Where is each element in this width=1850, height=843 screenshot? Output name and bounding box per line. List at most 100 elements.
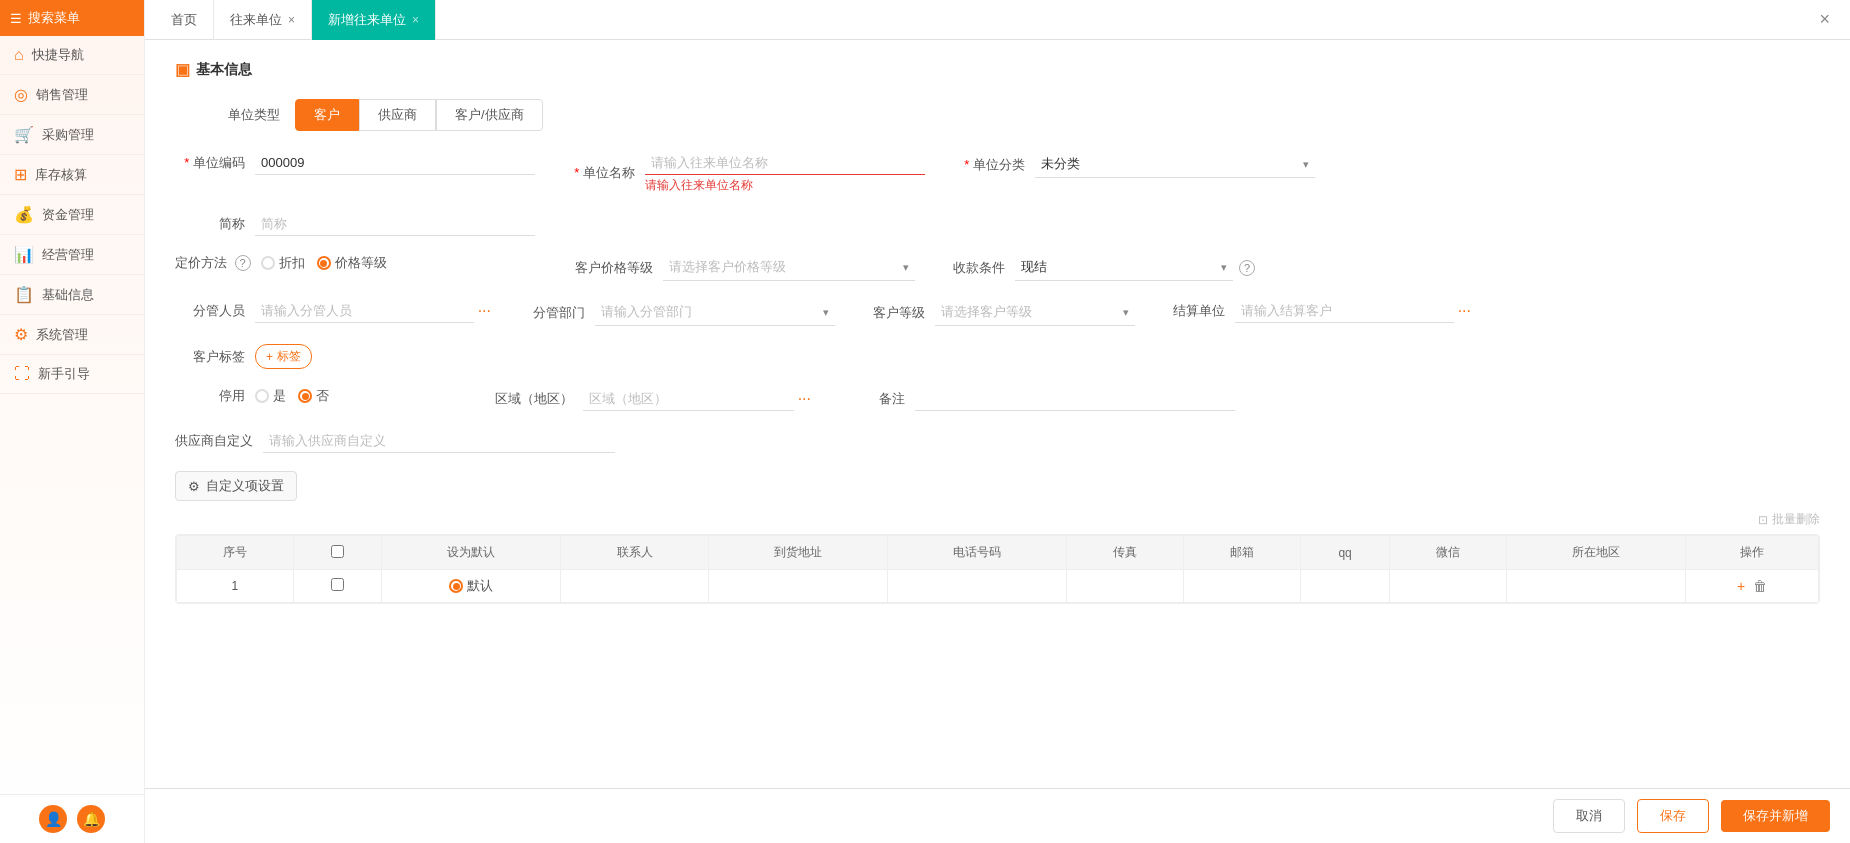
unit-type-both-btn[interactable]: 客户/供应商 — [436, 99, 543, 131]
supplier-custom-input[interactable] — [263, 429, 615, 453]
sidebar-search[interactable]: ☰ 搜索菜单 — [0, 0, 144, 36]
disable-yes-circle — [255, 389, 269, 403]
sidebar-item-system[interactable]: ⚙ 系统管理 — [0, 315, 144, 355]
tab-bar-close-all[interactable]: × — [1809, 9, 1840, 30]
payment-terms-help-icon[interactable]: ? — [1239, 260, 1255, 276]
custom-settings-btn[interactable]: ⚙ 自定义项设置 — [175, 471, 297, 501]
sales-icon: ◎ — [14, 85, 28, 104]
disable-no-radio[interactable]: 否 — [298, 387, 329, 405]
unit-name-label: 单位名称 — [565, 164, 645, 182]
sidebar-item-quick-nav[interactable]: ⌂ 快捷导航 — [0, 36, 144, 75]
manager-input[interactable] — [255, 299, 474, 323]
unit-type-customer-btn[interactable]: 客户 — [295, 99, 359, 131]
tab-home[interactable]: 首页 — [155, 0, 214, 40]
customer-price-level-arrow: ▾ — [903, 261, 909, 274]
main-content: 首页 往来单位 × 新增往来单位 × × ▣ 基本信息 单位类型 客户 供应商 … — [145, 0, 1850, 843]
row-action-btns: + 🗑 — [1696, 578, 1808, 594]
pricing-level-radio[interactable]: 价格等级 — [317, 254, 387, 272]
unit-name-field: 单位名称 请输入往来单位名称 — [565, 151, 925, 194]
sidebar-item-basic[interactable]: 📋 基础信息 — [0, 275, 144, 315]
sidebar-item-inventory[interactable]: ⊞ 库存核算 — [0, 155, 144, 195]
row-email — [1184, 570, 1301, 603]
footer-bar: 取消 保存 保存并新增 — [145, 788, 1850, 843]
row-wechat — [1390, 570, 1507, 603]
customer-level-arrow: ▾ — [1123, 306, 1129, 319]
customer-tag-field: 客户标签 + 标签 — [175, 344, 1820, 369]
col-email: 邮箱 — [1184, 536, 1301, 570]
tab-contacts-label: 往来单位 — [230, 11, 282, 29]
disable-yes-radio[interactable]: 是 — [255, 387, 286, 405]
unit-code-input[interactable] — [255, 151, 535, 175]
row-add-btn[interactable]: + — [1737, 578, 1745, 594]
customer-price-level-select[interactable]: 请选择客户价格等级 ▾ — [663, 254, 915, 281]
region-field: 区域（地区） ··· — [495, 387, 815, 411]
select-all-checkbox[interactable] — [331, 545, 344, 558]
form-row-1: 单位编码 单位名称 请输入往来单位名称 单位分类 未分类 ▾ — [175, 151, 1820, 194]
unit-category-select[interactable]: 未分类 ▾ — [1035, 151, 1315, 178]
row-default-radio[interactable]: 默认 — [392, 577, 550, 595]
batch-delete-btn[interactable]: ⊡ 批量删除 — [1758, 511, 1820, 528]
unit-name-wrap: 请输入往来单位名称 — [645, 151, 925, 194]
unit-name-input[interactable] — [645, 151, 925, 175]
department-placeholder: 请输入分管部门 — [601, 303, 692, 321]
custom-section: ⚙ 自定义项设置 ⊡ 批量删除 序号 设为默认 联系人 — [175, 471, 1820, 604]
sidebar-avatar[interactable]: 👤 — [39, 805, 67, 833]
customer-price-level-field: 客户价格等级 请选择客户价格等级 ▾ — [575, 254, 915, 281]
row-delete-btn[interactable]: 🗑 — [1753, 578, 1767, 594]
customer-tag-label: 客户标签 — [175, 348, 255, 366]
sidebar-item-sales[interactable]: ◎ 销售管理 — [0, 75, 144, 115]
col-region: 所在地区 — [1506, 536, 1685, 570]
sidebar-item-guide[interactable]: ⛶ 新手引导 — [0, 355, 144, 394]
col-phone: 电话号码 — [888, 536, 1067, 570]
batch-delete-icon: ⊡ — [1758, 513, 1768, 527]
settlement-unit-input[interactable] — [1235, 299, 1454, 323]
department-select[interactable]: 请输入分管部门 ▾ — [595, 299, 835, 326]
pricing-level-label: 价格等级 — [335, 254, 387, 272]
customer-price-level-label: 客户价格等级 — [575, 259, 663, 277]
supplier-custom-label: 供应商自定义 — [175, 432, 263, 450]
col-check — [293, 536, 381, 570]
short-name-label: 简称 — [175, 215, 255, 233]
department-arrow: ▾ — [823, 306, 829, 319]
form-row-5: 客户标签 + 标签 — [175, 344, 1820, 369]
col-contact: 联系人 — [561, 536, 709, 570]
sidebar-bottom: 👤 🔔 — [0, 794, 144, 843]
remark-label: 备注 — [835, 390, 915, 408]
row-checkbox[interactable] — [331, 578, 344, 591]
sidebar-item-label: 新手引导 — [38, 365, 90, 383]
sidebar-item-finance[interactable]: 💰 资金管理 — [0, 195, 144, 235]
tab-contacts[interactable]: 往来单位 × — [214, 0, 312, 40]
form-row-6: 停用 是 否 区域（地区） ··· 备注 — [175, 387, 1820, 411]
tab-contacts-close[interactable]: × — [288, 13, 295, 27]
region-input[interactable] — [583, 387, 794, 411]
tab-new-contact[interactable]: 新增往来单位 × — [312, 0, 436, 40]
manager-dots-btn[interactable]: ··· — [474, 302, 495, 320]
region-dots-btn[interactable]: ··· — [794, 390, 815, 408]
sidebar-item-purchase[interactable]: 🛒 采购管理 — [0, 115, 144, 155]
form-area: ▣ 基本信息 单位类型 客户 供应商 客户/供应商 单位编码 单位名称 请输入往… — [145, 40, 1850, 788]
form-row-2: 简称 — [175, 212, 1820, 236]
sidebar-item-operations[interactable]: 📊 经营管理 — [0, 235, 144, 275]
sidebar-search-label: 搜索菜单 — [28, 9, 80, 27]
sidebar-item-label: 经营管理 — [42, 246, 94, 264]
sidebar-notification[interactable]: 🔔 — [77, 805, 105, 833]
save-new-button[interactable]: 保存并新增 — [1721, 800, 1830, 832]
customer-level-select[interactable]: 请选择客户等级 ▾ — [935, 299, 1135, 326]
remark-input[interactable] — [915, 387, 1235, 411]
short-name-input[interactable] — [255, 212, 535, 236]
purchase-icon: 🛒 — [14, 125, 34, 144]
save-button[interactable]: 保存 — [1637, 799, 1709, 833]
sidebar: ☰ 搜索菜单 ⌂ 快捷导航 ◎ 销售管理 🛒 采购管理 ⊞ 库存核算 💰 资金管… — [0, 0, 145, 843]
payment-terms-select[interactable]: 现结 ▾ — [1015, 254, 1233, 281]
guide-icon: ⛶ — [14, 365, 30, 383]
pricing-discount-radio[interactable]: 折扣 — [261, 254, 305, 272]
customer-level-placeholder: 请选择客户等级 — [941, 303, 1032, 321]
pricing-help-icon[interactable]: ? — [235, 255, 251, 271]
settlement-unit-dots-btn[interactable]: ··· — [1454, 302, 1475, 320]
add-tag-btn[interactable]: + 标签 — [255, 344, 312, 369]
add-tag-label: 标签 — [277, 348, 301, 365]
tab-new-contact-close[interactable]: × — [412, 13, 419, 27]
unit-type-supplier-btn[interactable]: 供应商 — [359, 99, 436, 131]
cancel-button[interactable]: 取消 — [1553, 799, 1625, 833]
customer-level-field: 客户等级 请选择客户等级 ▾ — [855, 299, 1135, 326]
